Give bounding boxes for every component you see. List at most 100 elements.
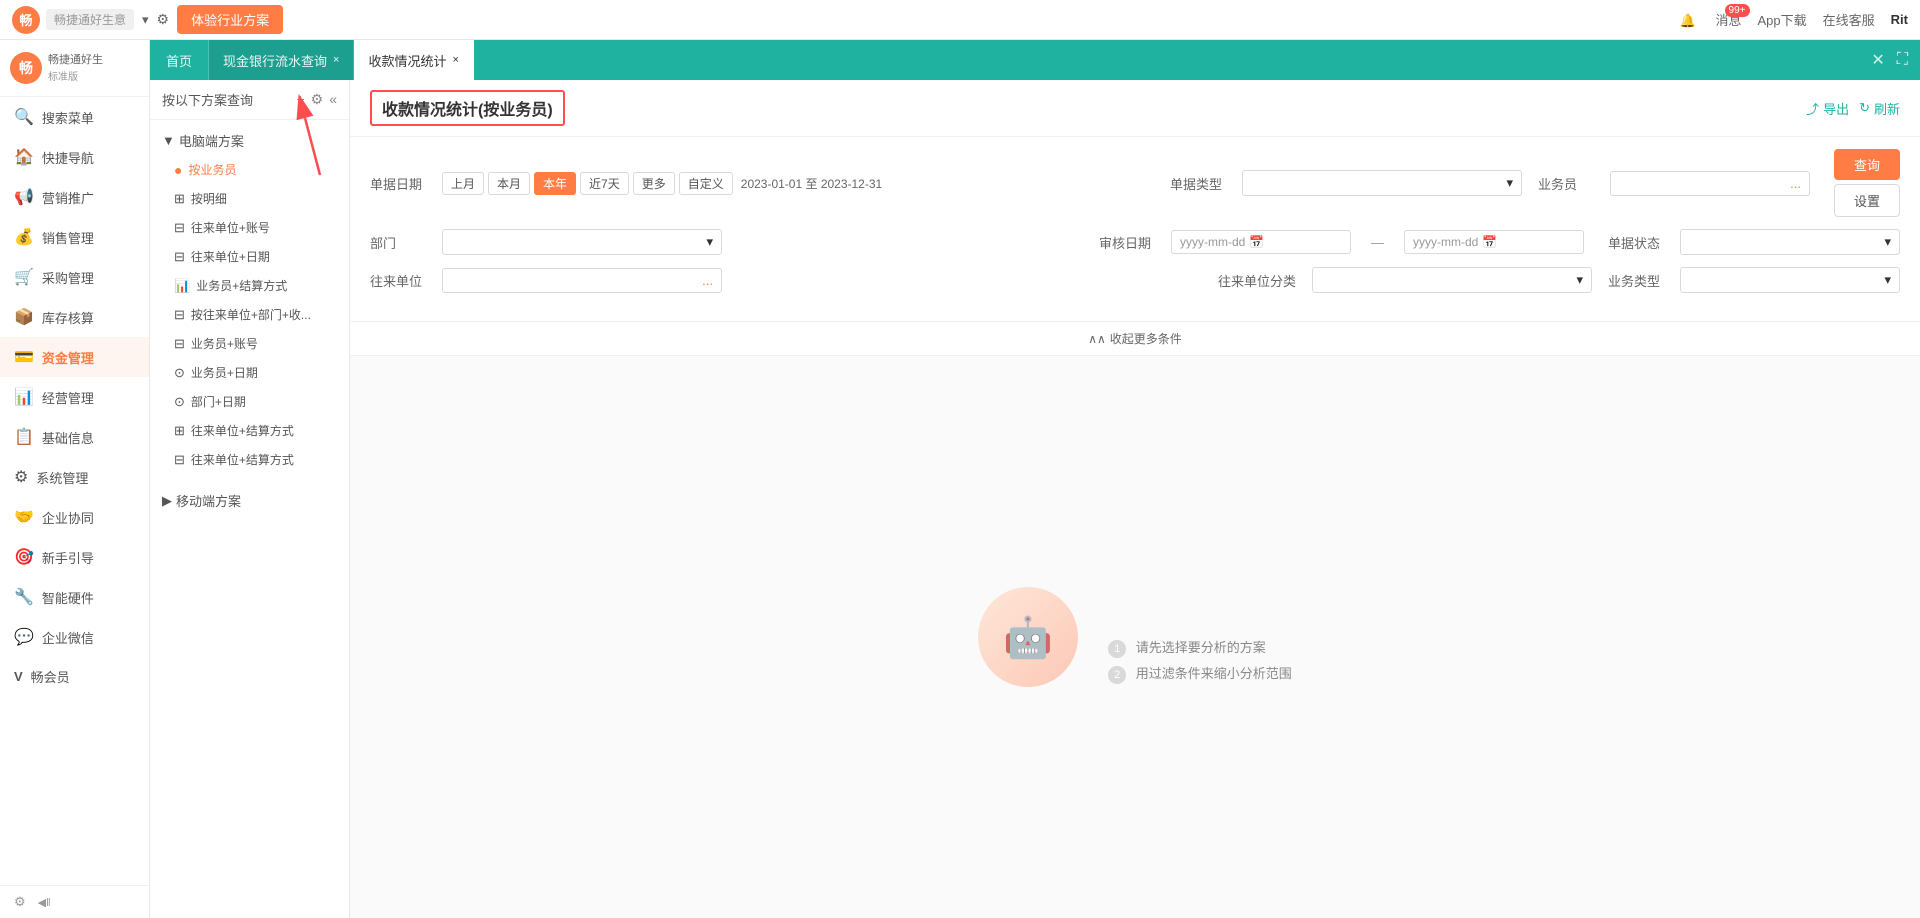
sidebar-label-basic: 基础信息 (42, 428, 94, 447)
online-support[interactable]: 在线客服 (1823, 10, 1875, 29)
finance-icon: 💳 (14, 347, 34, 367)
dept-dropdown-icon: ▾ (706, 234, 713, 250)
unit-dept-icon: ⊟ (174, 307, 185, 323)
salesperson-more-icon[interactable]: ... (1790, 176, 1801, 191)
trial-button[interactable]: 体验行业方案 (177, 5, 283, 34)
refresh-btn[interactable]: ↻ 刷新 (1859, 99, 1900, 118)
scheme-detail-label: 按明细 (191, 190, 227, 207)
sidebar-item-system[interactable]: ⚙ 系统管理 (0, 457, 149, 497)
page-actions: ⤴ 导出 ↻ 刷新 (1806, 99, 1900, 118)
notification-area[interactable]: 🔔 99+ 消息 (1680, 10, 1742, 29)
setting-btn[interactable]: 设置 (1834, 184, 1900, 217)
tab-expand-icon[interactable]: ⛶ (1893, 47, 1912, 73)
review-date-from-text: yyyy-mm-dd (1180, 235, 1245, 249)
dept-select[interactable]: ▾ (442, 229, 722, 255)
sidebar-item-operations[interactable]: 📊 经营管理 (0, 377, 149, 417)
calendar-from-icon[interactable]: 📅 (1249, 235, 1264, 249)
tab-receipt-label: 收款情况统计 (368, 51, 446, 70)
user-name[interactable]: Rit (1891, 12, 1908, 27)
dept-label: 部门 (370, 233, 426, 252)
sidebar-item-basic[interactable]: 📋 基础信息 (0, 417, 149, 457)
tab-receipt[interactable]: 收款情况统计 × (354, 40, 473, 80)
scheme-unit-date[interactable]: ⊟ 往来单位+日期 (150, 242, 349, 271)
salesperson-select[interactable]: ... (1610, 171, 1810, 196)
date-tab-this-month[interactable]: 本月 (488, 172, 530, 195)
record-status-select[interactable]: ▾ (1680, 229, 1900, 255)
counterpart-cat-select[interactable]: ▾ (1312, 267, 1592, 293)
date-tab-this-year[interactable]: 本年 (534, 172, 576, 195)
step-2-num: 2 (1108, 666, 1126, 684)
tab-bank-close[interactable]: × (333, 54, 339, 66)
scheme-dept-date[interactable]: ⊙ 部门+日期 (150, 387, 349, 416)
scheme-gear-btn[interactable]: ⚙ (311, 91, 324, 108)
sidebar-item-quicknav[interactable]: 🏠 快捷导航 (0, 137, 149, 177)
scheme-unit-settle1[interactable]: ⊞ 往来单位+结算方式 (150, 416, 349, 445)
settings-icon[interactable]: ⚙ (157, 11, 170, 28)
record-status-dropdown-icon: ▾ (1884, 234, 1891, 250)
date-label: 单据日期 (370, 174, 426, 193)
sidebar-collapse-icon[interactable]: ◀‖ (38, 896, 51, 909)
date-tab-more[interactable]: 更多 (633, 172, 675, 195)
date-tab-custom[interactable]: 自定义 (679, 172, 733, 195)
salesperson-account-icon: ⊟ (174, 336, 185, 352)
business-type-select[interactable]: ▾ (1680, 267, 1900, 293)
sidebar-item-search[interactable]: 🔍 搜索菜单 (0, 97, 149, 137)
tab-close-all-icon[interactable]: ✕ (1867, 46, 1888, 74)
hardware-icon: 🔧 (14, 587, 34, 607)
counterpart-more-icon[interactable]: ... (702, 273, 713, 288)
sidebar-item-enterprise[interactable]: 🤝 企业协同 (0, 497, 149, 537)
edition-tag: 标准版 (48, 68, 103, 83)
tab-home[interactable]: 首页 (150, 40, 209, 80)
scheme-unit-settle2-label: 往来单位+结算方式 (191, 451, 294, 468)
review-date-from[interactable]: yyyy-mm-dd 📅 (1171, 230, 1351, 254)
marketing-icon: 📢 (14, 187, 34, 207)
tab-receipt-close[interactable]: × (452, 54, 458, 66)
sidebar-item-wechat[interactable]: 💬 企业微信 (0, 617, 149, 657)
mobile-group-header[interactable]: ▶ 移动端方案 (150, 486, 349, 515)
breadcrumb-dropdown[interactable]: ▾ (142, 12, 149, 28)
sidebar-label-hardware: 智能硬件 (42, 588, 94, 607)
scheme-unit-dept-collect[interactable]: ⊟ 按往来单位+部门+收... (150, 300, 349, 329)
desktop-group-header[interactable]: ▼ 电脑端方案 (150, 126, 349, 155)
tab-actions: ✕ ⛶ (1867, 46, 1920, 74)
scheme-unit-settle2[interactable]: ⊟ 往来单位+结算方式 (150, 445, 349, 474)
sidebar-item-marketing[interactable]: 📢 营销推广 (0, 177, 149, 217)
member-icon: V (14, 669, 23, 684)
scheme-add-btn[interactable]: + (296, 91, 304, 108)
sidebar-item-sales[interactable]: 💰 销售管理 (0, 217, 149, 257)
scheme-salesperson-account[interactable]: ⊟ 业务员+账号 (150, 329, 349, 358)
sidebar-label-operations: 经营管理 (42, 388, 94, 407)
counterpart-select[interactable]: ... (442, 268, 722, 293)
record-type-select[interactable]: ▾ (1242, 170, 1522, 196)
app-download[interactable]: App下载 (1758, 10, 1807, 29)
export-label: 导出 (1823, 99, 1849, 118)
scheme-collapse-btn[interactable]: « (329, 91, 337, 108)
sidebar-item-member[interactable]: V 畅会员 (0, 657, 149, 696)
scheme-by-detail[interactable]: ⊞ 按明细 (150, 184, 349, 213)
review-date-to[interactable]: yyyy-mm-dd 📅 (1404, 230, 1584, 254)
export-btn[interactable]: ⤴ 导出 (1806, 99, 1849, 118)
review-date-label: 审核日期 (1099, 233, 1155, 252)
sidebar-item-finance[interactable]: 💳 资金管理 (0, 337, 149, 377)
sidebar-item-purchase[interactable]: 🛒 采购管理 (0, 257, 149, 297)
sidebar-gear-icon[interactable]: ⚙ (14, 894, 26, 910)
sidebar-item-inventory[interactable]: 📦 库存核算 (0, 297, 149, 337)
calendar-to-icon[interactable]: 📅 (1482, 235, 1497, 249)
scheme-salesperson-settle[interactable]: 📊 业务员+结算方式 (150, 271, 349, 300)
sidebar-label-sales: 销售管理 (42, 228, 94, 247)
scheme-unit-account[interactable]: ⊟ 往来单位+账号 (150, 213, 349, 242)
sidebar-item-hardware[interactable]: 🔧 智能硬件 (0, 577, 149, 617)
tab-bank[interactable]: 现金银行流水查询 × (209, 40, 354, 80)
query-btn[interactable]: 查询 (1834, 149, 1900, 180)
date-tab-7days[interactable]: 近7天 (580, 172, 629, 195)
filter-row-3: 往来单位 ... 往来单位分类 ▾ 业务类型 (370, 267, 1900, 293)
collapse-more-btn[interactable]: ∧∧ 收起更多条件 (350, 321, 1920, 355)
main-data-area: 收款情况统计(按业务员) ⤴ 导出 ↻ 刷新 (350, 80, 1920, 918)
date-tab-last-month[interactable]: 上月 (442, 172, 484, 195)
sidebar-label-member: 畅会员 (31, 667, 70, 686)
scheme-by-salesperson[interactable]: ● 按业务员 (150, 155, 349, 184)
sidebar-item-guide[interactable]: 🎯 新手引导 (0, 537, 149, 577)
sidebar-label-marketing: 营销推广 (42, 188, 94, 207)
scheme-salesperson-date[interactable]: ⊙ 业务员+日期 (150, 358, 349, 387)
record-type-dropdown-icon: ▾ (1506, 175, 1513, 191)
